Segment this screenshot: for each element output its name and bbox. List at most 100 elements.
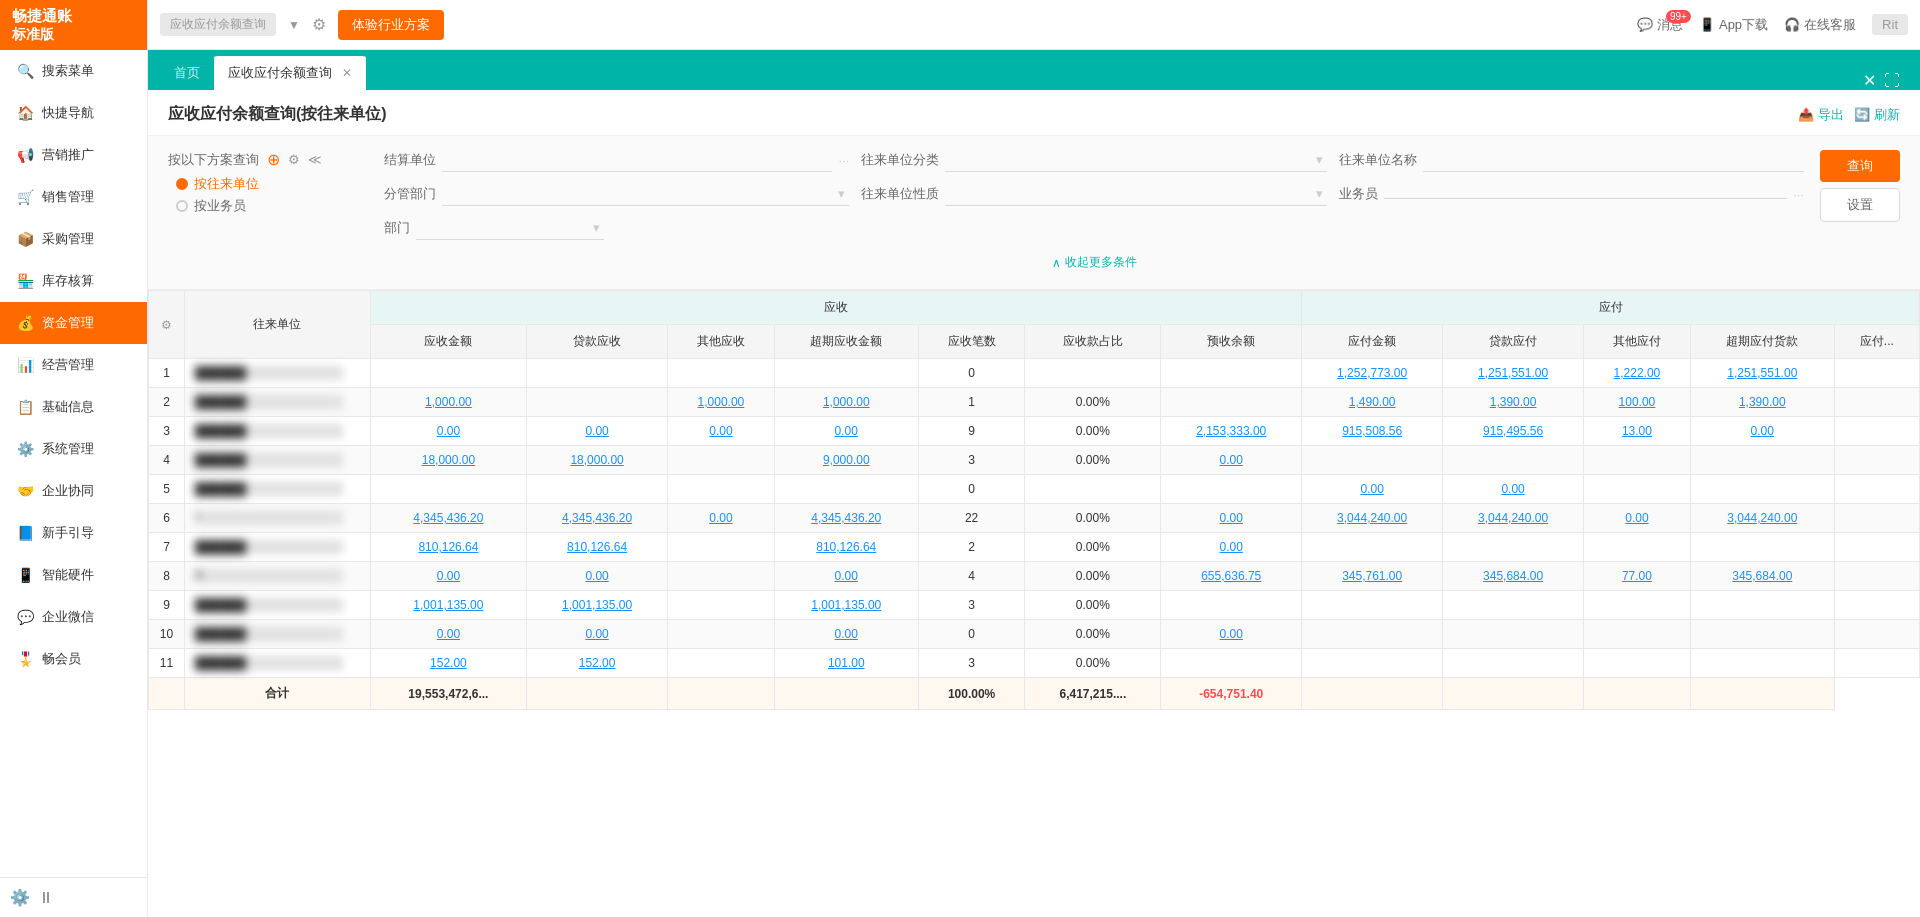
filter-collapse-left-icon[interactable]: ≪ [308,152,322,167]
table-cell[interactable]: 0.00 [370,417,526,446]
table-cell[interactable]: 1,000.00 [668,388,775,417]
table-cell[interactable]: 4,345,436.20 [370,504,526,533]
tab-close-btn[interactable]: ✕ [1863,71,1876,90]
query-button[interactable]: 查询 [1820,150,1900,182]
table-cell[interactable]: 0.00 [370,620,526,649]
table-cell[interactable]: 100.00 [1584,388,1691,417]
table-cell[interactable]: 655,636.75 [1161,562,1302,591]
sidebar-item-quick[interactable]: 🏠 快捷导航 [0,92,147,134]
topbar-service[interactable]: 🎧 在线客服 [1784,16,1856,34]
tab-home[interactable]: 首页 [160,56,214,90]
table-cell[interactable]: 9,000.00 [774,446,918,475]
table-cell[interactable]: 0.00 [527,417,668,446]
table-cell[interactable]: 13.00 [1584,417,1691,446]
filter-settings-icon[interactable]: ⚙ [288,152,300,167]
sidebar-item-system[interactable]: ⚙️ 系统管理 [0,428,147,470]
table-cell[interactable]: 18,000.00 [370,446,526,475]
solution-button[interactable]: 体验行业方案 [338,10,444,40]
sidebar-item-search[interactable]: 🔍 搜索菜单 [0,50,147,92]
table-cell[interactable]: 152.00 [527,649,668,678]
table-cell[interactable]: 1,222.00 [1584,359,1691,388]
collapse-sidebar-icon[interactable]: ⏸ [38,889,54,907]
filter-partner-name-input[interactable] [1423,148,1804,172]
table-cell[interactable]: 345,684.00 [1690,562,1834,591]
table-cell[interactable]: 0.00 [668,504,775,533]
view-by-staff[interactable]: 按业务员 [176,197,368,215]
table-cell[interactable]: 152.00 [370,649,526,678]
table-cell[interactable]: 0.00 [1161,620,1302,649]
table-cell[interactable]: 1,001,135.00 [527,591,668,620]
table-cell[interactable]: 1,251,551.00 [1443,359,1584,388]
topbar-dropdown-icon[interactable]: ▼ [288,18,300,32]
table-cell[interactable]: 0.00 [1161,533,1302,562]
table-cell[interactable]: 1,001,135.00 [370,591,526,620]
table-cell[interactable]: 0.00 [774,620,918,649]
sidebar-item-wechat[interactable]: 💬 企业微信 [0,596,147,638]
table-cell[interactable]: 3,044,240.00 [1302,504,1443,533]
table-cell[interactable]: 0.00 [774,417,918,446]
table-cell[interactable]: 1,001,135.00 [774,591,918,620]
table-cell[interactable]: 4,345,436.20 [774,504,918,533]
table-cell[interactable]: 0.00 [1161,504,1302,533]
table-cell[interactable]: 2,153,333.00 [1161,417,1302,446]
table-cell[interactable]: 345,684.00 [1443,562,1584,591]
tab-query[interactable]: 应收应付余额查询 ✕ [214,54,366,90]
settings-button[interactable]: 设置 [1820,188,1900,222]
table-cell[interactable]: 1,000.00 [774,388,918,417]
table-cell[interactable]: 915,495.56 [1443,417,1584,446]
topbar-user[interactable]: Rit [1872,17,1908,32]
topbar-msg[interactable]: 💬 消息 99+ [1637,16,1683,34]
table-cell[interactable]: 3,044,240.00 [1443,504,1584,533]
table-cell[interactable]: 0.00 [774,562,918,591]
table-cell[interactable]: 77.00 [1584,562,1691,591]
filter-category-select[interactable]: ▾ [945,148,1326,172]
filter-dept-select[interactable]: ▾ [442,182,849,206]
sidebar-item-marketing[interactable]: 📢 营销推广 [0,134,147,176]
table-cell[interactable]: 0.00 [668,417,775,446]
table-cell[interactable]: 101.00 [774,649,918,678]
sidebar-item-purchase[interactable]: 📦 采购管理 [0,218,147,260]
table-cell[interactable]: 0.00 [1690,417,1834,446]
table-cell[interactable]: 915,508.56 [1302,417,1443,446]
topbar-app[interactable]: 📱 App下载 [1699,16,1768,34]
sidebar-item-hardware[interactable]: 📱 智能硬件 [0,554,147,596]
table-cell[interactable]: 0.00 [1584,504,1691,533]
topbar-gear-icon[interactable]: ⚙ [312,15,326,34]
tab-close-icon[interactable]: ✕ [342,66,352,80]
table-cell[interactable]: 0.00 [527,562,668,591]
sidebar-item-finance[interactable]: 💰 资金管理 [0,302,147,344]
filter-settlement-input[interactable] [442,148,832,172]
table-cell[interactable]: 0.00 [370,562,526,591]
table-cell[interactable]: 345,761.00 [1302,562,1443,591]
sidebar-item-corp[interactable]: 🤝 企业协同 [0,470,147,512]
table-cell[interactable]: 810,126.64 [370,533,526,562]
table-cell[interactable]: 1,390.00 [1690,388,1834,417]
table-cell[interactable]: 810,126.64 [527,533,668,562]
refresh-button[interactable]: 🔄 刷新 [1854,106,1900,124]
tab-expand-btn[interactable]: ⛶ [1884,72,1900,90]
table-cell[interactable]: 18,000.00 [527,446,668,475]
sidebar-item-sales[interactable]: 🛒 销售管理 [0,176,147,218]
view-by-partner[interactable]: 按往来单位 [176,175,368,193]
filter-collapse-btn[interactable]: ∧ 收起更多条件 [384,248,1804,277]
table-cell[interactable]: 1,390.00 [1443,388,1584,417]
table-cell[interactable]: 0.00 [527,620,668,649]
table-cell[interactable]: 0.00 [1161,446,1302,475]
filter-nature-select[interactable]: ▾ [945,182,1326,206]
filter-settlement-dots[interactable]: ··· [838,153,849,168]
table-cell[interactable]: 3,044,240.00 [1690,504,1834,533]
gear-bottom-icon[interactable]: ⚙️ [10,888,30,907]
table-settings-icon[interactable]: ⚙ [161,318,172,332]
table-cell[interactable]: 0.00 [1302,475,1443,504]
filter-sub-dept-select[interactable]: ▾ [416,216,604,240]
sidebar-item-operations[interactable]: 📊 经营管理 [0,344,147,386]
table-cell[interactable]: 1,490.00 [1302,388,1443,417]
sidebar-item-basic[interactable]: 📋 基础信息 [0,386,147,428]
table-cell[interactable]: 4,345,436.20 [527,504,668,533]
table-cell[interactable]: 1,000.00 [370,388,526,417]
filter-salesman-dots[interactable]: ··· [1793,187,1804,202]
th-settings[interactable]: ⚙ [149,291,185,359]
export-button[interactable]: 📤 导出 [1798,106,1844,124]
table-cell[interactable]: 1,252,773.00 [1302,359,1443,388]
table-cell[interactable]: 810,126.64 [774,533,918,562]
